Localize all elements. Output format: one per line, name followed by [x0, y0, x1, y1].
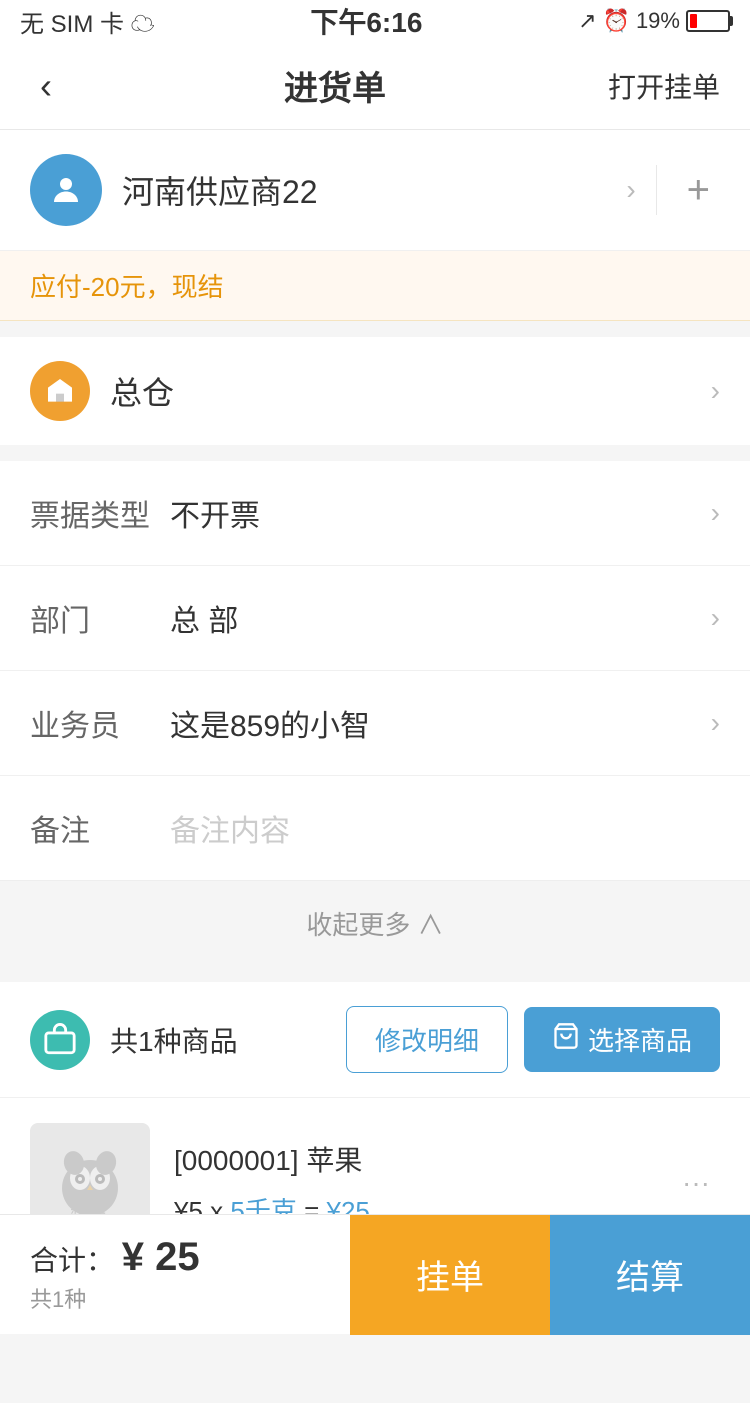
more-button[interactable]: ··· [672, 1157, 720, 1209]
product-code: [0000001] [174, 1145, 299, 1176]
back-button[interactable]: ‹ [30, 55, 62, 117]
product-title: 苹果 [306, 1145, 362, 1176]
select-product-label: 选择商品 [588, 1021, 692, 1058]
total-amount: ¥ 25 [122, 1235, 200, 1279]
remark-row[interactable]: 备注 备注内容 [0, 776, 750, 880]
alarm-icon: ⏰ [603, 8, 630, 34]
location-icon: ↗ [578, 8, 596, 34]
status-bar: 无 SIM 卡 ☁ 下午6:16 ↗ ⏰ 19% [0, 0, 750, 42]
warehouse-name: 总仓 [110, 368, 711, 414]
department-label: 部门 [30, 596, 170, 640]
cart-icon [552, 1022, 580, 1057]
bottom-bar: 合计： ¥ 25 共1种 挂单 结算 [0, 1214, 750, 1334]
total-label: 合计： [30, 1245, 114, 1276]
ticket-type-value: 不开票 [170, 491, 711, 535]
product-name: [0000001] 苹果 [174, 1139, 672, 1179]
page-title: 进货单 [284, 61, 386, 110]
total-row: 合计： ¥ 25 [30, 1235, 320, 1280]
hang-button[interactable]: 挂单 [350, 1215, 550, 1335]
supplier-avatar [30, 154, 102, 226]
ticket-type-row[interactable]: 票据类型 不开票 › [0, 461, 750, 566]
edit-detail-button[interactable]: 修改明细 [346, 1006, 508, 1073]
battery-icon [686, 10, 730, 32]
form-section: 票据类型 不开票 › 部门 总 部 › 业务员 这是859的小智 › 备注 备注… [0, 461, 750, 966]
status-left: 无 SIM 卡 ☁ [20, 4, 155, 39]
battery-text: 19% [636, 8, 680, 34]
supplier-section: 河南供应商22 › + 应付-20元，现结 [0, 130, 750, 321]
warehouse-icon [30, 361, 90, 421]
product-count-text: 共1种商品 [110, 1020, 346, 1060]
remark-input[interactable]: 备注内容 [170, 806, 720, 850]
status-time: 下午6:16 [310, 1, 422, 41]
add-supplier-button[interactable]: + [677, 168, 720, 213]
warehouse-row[interactable]: 总仓 › [0, 337, 750, 445]
open-hang-button[interactable]: 打开挂单 [608, 66, 720, 106]
supplier-chevron-icon: › [626, 174, 635, 206]
supplier-row[interactable]: 河南供应商22 › + [0, 130, 750, 251]
status-right: ↗ ⏰ 19% [578, 8, 730, 34]
product-count-icon [30, 1010, 90, 1070]
total-count: 共1种 [30, 1282, 320, 1314]
supplier-name: 河南供应商22 [122, 167, 626, 213]
warning-banner: 应付-20元，现结 [0, 251, 750, 321]
warehouse-chevron-icon: › [711, 375, 720, 407]
product-header: 共1种商品 修改明细 选择商品 [0, 982, 750, 1098]
total-section: 合计： ¥ 25 共1种 [0, 1235, 350, 1314]
department-chevron-icon: › [711, 602, 720, 634]
salesperson-row[interactable]: 业务员 这是859的小智 › [0, 671, 750, 776]
nav-bar: ‹ 进货单 打开挂单 [0, 42, 750, 130]
warehouse-section: 总仓 › [0, 337, 750, 445]
vertical-divider [656, 165, 657, 215]
remark-label: 备注 [30, 806, 170, 850]
collapse-button[interactable]: 收起更多 ∧ [0, 880, 750, 966]
department-value: 总 部 [170, 596, 711, 640]
salesperson-value: 这是859的小智 [170, 701, 711, 745]
ticket-type-chevron-icon: › [711, 497, 720, 529]
select-product-button[interactable]: 选择商品 [524, 1007, 720, 1072]
checkout-button[interactable]: 结算 [550, 1215, 750, 1335]
salesperson-chevron-icon: › [711, 707, 720, 739]
ticket-type-label: 票据类型 [30, 491, 170, 535]
department-row[interactable]: 部门 总 部 › [0, 566, 750, 671]
salesperson-label: 业务员 [30, 701, 170, 745]
sim-status: 无 SIM 卡 ☁ [20, 4, 155, 39]
